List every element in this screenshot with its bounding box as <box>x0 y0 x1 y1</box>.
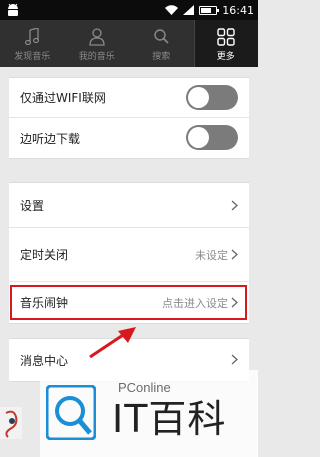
android-icon <box>8 3 18 16</box>
menu-item-sleep-timer[interactable]: 定时关闭 未设定 <box>9 228 249 282</box>
watermark-brand: IT百科 <box>112 397 227 441</box>
status-bar: 16:41 <box>0 0 258 20</box>
wifi-only-row: 仅通过WIFI联网 <box>9 78 249 118</box>
tab-label: 发现音乐 <box>14 52 51 62</box>
main-tab-bar: 发现音乐 我的音乐 搜索 更多 <box>0 20 258 67</box>
tab-label: 我的音乐 <box>78 52 115 62</box>
watermark-side-logo-icon <box>0 407 22 439</box>
toggle-settings-group: 仅通过WIFI联网 边听边下载 <box>9 77 249 159</box>
chevron-right-icon <box>231 297 238 308</box>
chevron-right-icon <box>231 200 238 211</box>
red-arrow-icon <box>89 327 136 359</box>
chevron-right-icon <box>231 354 238 365</box>
chevron-right-icon <box>231 249 238 260</box>
toggle-knob <box>188 87 209 108</box>
tab-search[interactable]: 搜索 <box>129 20 194 67</box>
row-label: 消息中心 <box>20 353 69 368</box>
wifi-icon <box>165 5 179 15</box>
row-label: 定时关闭 <box>20 248 69 262</box>
download-while-playing-toggle[interactable] <box>186 125 238 150</box>
row-value: 点击进入设定 <box>162 296 228 310</box>
row-label: 音乐闹钟 <box>20 296 69 310</box>
row-label: 设置 <box>20 198 45 213</box>
menu-item-music-alarm[interactable]: 音乐闹钟 点击进入设定 <box>9 282 249 323</box>
search-icon <box>154 29 169 44</box>
row-label: 仅通过WIFI联网 <box>20 91 106 105</box>
wifi-only-toggle[interactable] <box>186 85 238 110</box>
tab-more[interactable]: 更多 <box>193 20 258 67</box>
tab-label: 更多 <box>216 52 235 62</box>
signal-icon <box>183 5 195 15</box>
toggle-knob <box>188 127 209 148</box>
person-icon <box>89 28 105 46</box>
tab-label: 搜索 <box>152 52 171 62</box>
watermark: PConline IT百科 <box>0 370 258 457</box>
pconline-logo-icon <box>46 385 96 440</box>
status-time: 16:41 <box>222 3 254 17</box>
watermark-site-name: PConline <box>118 380 171 395</box>
tab-discover-music[interactable]: 发现音乐 <box>0 20 65 67</box>
row-value: 未设定 <box>195 248 228 262</box>
row-label: 边听边下载 <box>20 131 81 146</box>
grid-icon <box>217 28 235 46</box>
tab-my-music[interactable]: 我的音乐 <box>65 20 130 67</box>
menu-group-main: 设置 定时关闭 未设定 音乐闹钟 点击进入设定 <box>9 182 249 324</box>
menu-item-settings[interactable]: 设置 <box>9 183 249 228</box>
music-note-icon <box>25 28 40 46</box>
download-while-playing-row: 边听边下载 <box>9 118 249 158</box>
battery-icon <box>199 5 220 15</box>
